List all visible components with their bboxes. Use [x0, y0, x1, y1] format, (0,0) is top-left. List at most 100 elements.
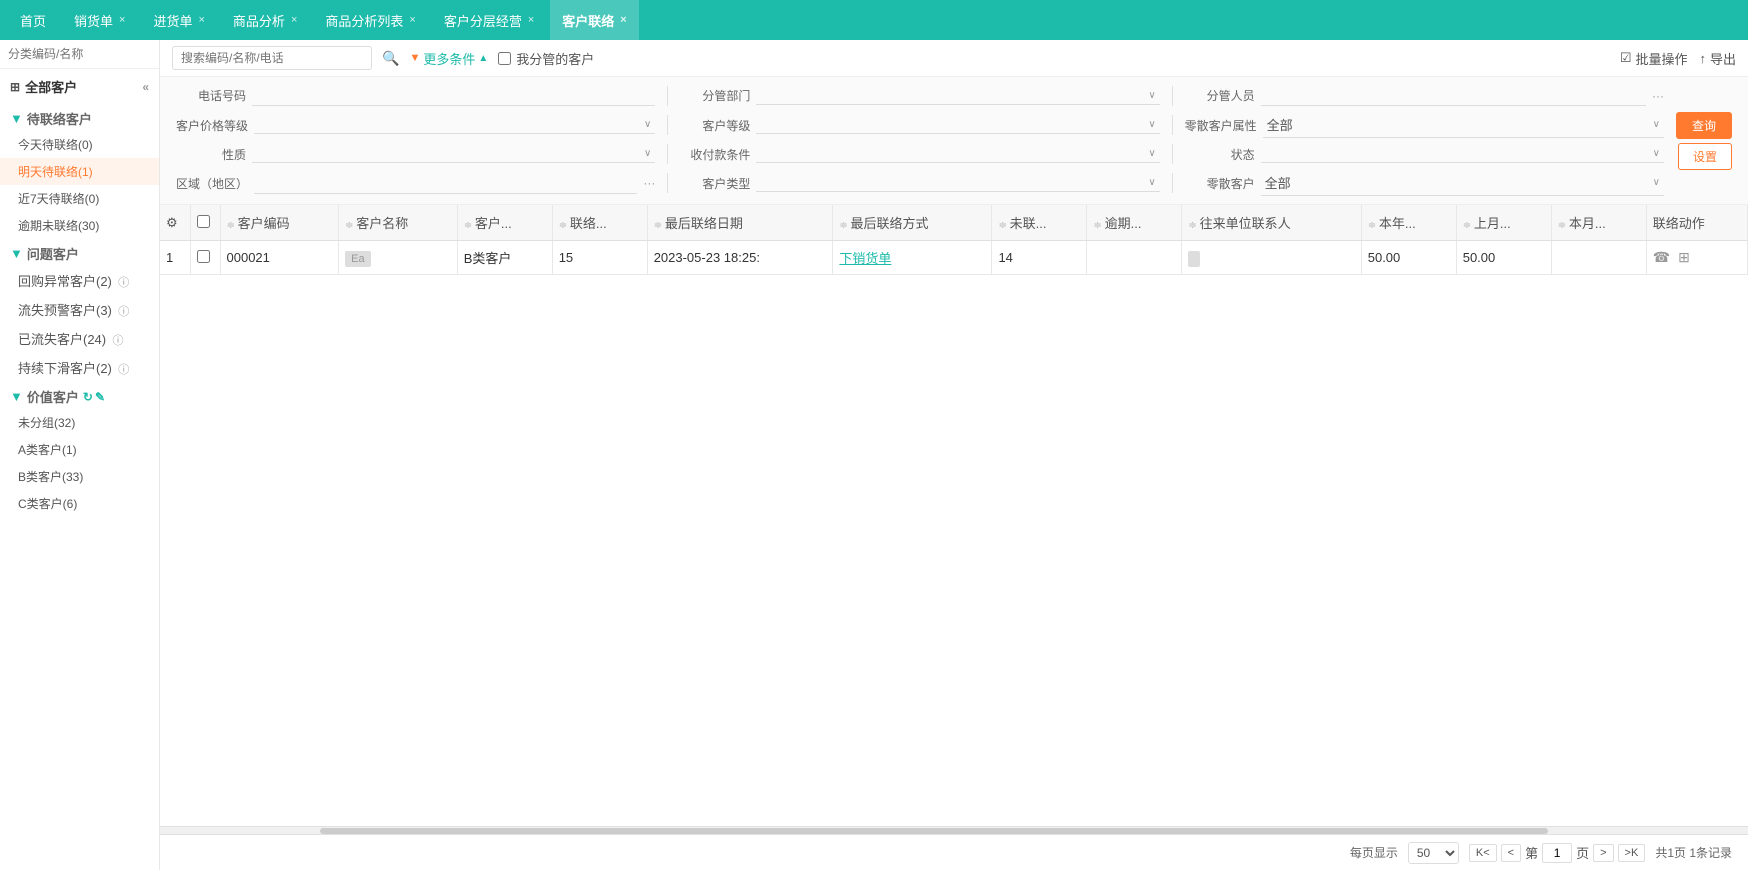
- edit-icon[interactable]: ✎: [95, 390, 105, 404]
- payment-select[interactable]: ∨: [756, 145, 1159, 163]
- close-sales-order-icon[interactable]: ×: [119, 14, 125, 26]
- sidebar-item-churn-warning[interactable]: 流失预警客户(3) ⓘ: [0, 295, 159, 324]
- nav-customer-contact[interactable]: 客户联络 ×: [550, 0, 638, 40]
- th-check[interactable]: [190, 205, 220, 241]
- export-button[interactable]: ↑ 导出: [1699, 49, 1736, 68]
- sidebar-item-tomorrow-pending[interactable]: 明天待联络(1): [0, 158, 159, 185]
- th-last-contact-method[interactable]: 最后联络方式: [833, 205, 992, 241]
- my-customers-checkbox[interactable]: [498, 52, 511, 65]
- nav-product-analysis-list[interactable]: 商品分析列表 ×: [313, 0, 427, 40]
- sidebar-pending-section: ▼ 待联络客户: [0, 104, 159, 131]
- refresh-icon[interactable]: ↻: [83, 390, 93, 404]
- close-purchase-order-icon[interactable]: ×: [198, 14, 204, 26]
- first-page-button[interactable]: K<: [1469, 844, 1497, 862]
- chevron-down-icon-type: ∨: [1148, 177, 1155, 188]
- horizontal-scrollbar[interactable]: [160, 826, 1748, 834]
- customer-grade-select[interactable]: ∨: [756, 116, 1159, 134]
- nav-sales-order[interactable]: 销货单 ×: [62, 0, 137, 40]
- close-product-analysis-icon[interactable]: ×: [291, 14, 297, 26]
- sidebar-all-customers[interactable]: ⊞ 全部客户 «: [0, 69, 159, 104]
- retail-customer-label: 零散客户: [1185, 175, 1255, 192]
- divider-5: [667, 144, 668, 164]
- sidebar-item-today-pending[interactable]: 今天待联络(0): [0, 131, 159, 158]
- th-last-month[interactable]: 上月...: [1456, 205, 1551, 241]
- sidebar-item-class-b[interactable]: B类客户(33): [0, 463, 159, 490]
- contact-method-link[interactable]: 下销货单: [839, 251, 891, 266]
- close-customer-segmentation-icon[interactable]: ×: [528, 14, 534, 26]
- nav-customer-segmentation[interactable]: 客户分层经营 ×: [432, 0, 546, 40]
- row-select-checkbox[interactable]: [197, 250, 210, 263]
- th-contact-person[interactable]: 往来单位联系人: [1182, 205, 1361, 241]
- page-number-input[interactable]: [1542, 843, 1572, 863]
- retail-attr-label: 零散客户属性: [1185, 117, 1257, 134]
- nav-home[interactable]: 首页: [8, 0, 58, 40]
- sidebar-item-class-c[interactable]: C类客户(6): [0, 490, 159, 517]
- th-this-year[interactable]: 本年...: [1361, 205, 1456, 241]
- nav-purchase-order[interactable]: 进货单 ×: [141, 0, 216, 40]
- customer-table: ⚙ 客户编码 客户名称 客户... 联络... 最后联络日期 最后联络方式 未联…: [160, 205, 1748, 275]
- advanced-filter-panel: 电话号码 分管部门 ∨ 分管人员: [160, 77, 1748, 205]
- chevron-down-icon-price: ∨: [644, 119, 651, 130]
- settings-button[interactable]: 设置: [1678, 143, 1732, 170]
- sidebar-item-churned[interactable]: 已流失客户(24) ⓘ: [0, 324, 159, 353]
- more-icon-region[interactable]: ···: [643, 176, 655, 190]
- query-button[interactable]: 查询: [1676, 112, 1732, 139]
- sidebar-item-ungrouped[interactable]: 未分组(32): [0, 409, 159, 436]
- search-button[interactable]: 🔍: [382, 50, 399, 67]
- price-grade-label: 客户价格等级: [176, 117, 248, 134]
- filter-cell-retail-customer: 零散客户 全部 ∨: [1185, 170, 1664, 196]
- search-input[interactable]: [172, 46, 372, 70]
- th-this-month[interactable]: 本月...: [1551, 205, 1646, 241]
- sidebar-item-declining[interactable]: 持续下滑客户(2) ⓘ: [0, 353, 159, 382]
- divider: [667, 86, 668, 106]
- filter-bar: 🔍 ▼ 更多条件 ▲ 我分管的客户 ☑ 批量操作 ↑ 导出: [160, 40, 1748, 77]
- filter-cell-customer-type: 客户类型 ∨: [680, 174, 1159, 192]
- sidebar-item-class-a[interactable]: A类客户(1): [0, 436, 159, 463]
- per-page-label: 每页显示: [1350, 844, 1398, 861]
- sidebar-item-repurchase-anomaly[interactable]: 回购异常客户(2) ⓘ: [0, 266, 159, 295]
- th-customer-name[interactable]: 客户名称: [339, 205, 458, 241]
- row-checkbox[interactable]: [190, 241, 220, 275]
- divider-6: [1172, 144, 1173, 164]
- row-this-year: 50.00: [1361, 241, 1456, 275]
- th-customer-code[interactable]: 客户编码: [220, 205, 339, 241]
- phone-input[interactable]: [252, 85, 655, 106]
- more-conditions-button[interactable]: ▼ 更多条件 ▲: [409, 49, 488, 68]
- top-navigation: 首页 销货单 × 进货单 × 商品分析 × 商品分析列表 × 客户分层经营 × …: [0, 0, 1748, 40]
- customer-type-select[interactable]: ∨: [756, 174, 1159, 192]
- grid-action-icon[interactable]: ⊞: [1678, 249, 1690, 266]
- filter-cell-payment: 收付款条件 ∨: [680, 145, 1159, 163]
- collapse-sidebar-icon[interactable]: «: [142, 80, 149, 94]
- retail-attr-select[interactable]: 全部 ∨: [1263, 112, 1664, 138]
- price-grade-select[interactable]: ∨: [254, 116, 655, 134]
- region-input[interactable]: [254, 173, 637, 194]
- per-page-select[interactable]: 50 100 200: [1408, 842, 1459, 864]
- sidebar-search-input[interactable]: [8, 47, 160, 61]
- row-last-contact-method[interactable]: 下销货单: [833, 241, 992, 275]
- close-product-analysis-list-icon[interactable]: ×: [409, 14, 415, 26]
- phone-action-icon[interactable]: ☎: [1653, 249, 1670, 266]
- th-setting[interactable]: ⚙: [160, 205, 190, 241]
- th-uncontacted[interactable]: 未联...: [992, 205, 1087, 241]
- dept-select[interactable]: ∨: [756, 87, 1159, 105]
- more-icon-person[interactable]: ···: [1652, 89, 1664, 103]
- select-all-checkbox[interactable]: [197, 215, 210, 228]
- divider-8: [1172, 173, 1173, 193]
- nature-select[interactable]: ∨: [252, 145, 655, 163]
- th-contact-count[interactable]: 联络...: [552, 205, 647, 241]
- th-overdue[interactable]: 逾期...: [1087, 205, 1182, 241]
- batch-operations-button[interactable]: ☑ 批量操作: [1620, 49, 1688, 68]
- nav-product-analysis[interactable]: 商品分析 ×: [221, 0, 309, 40]
- person-input[interactable]: [1261, 85, 1646, 106]
- th-customer-type[interactable]: 客户...: [457, 205, 552, 241]
- next-page-button[interactable]: >: [1593, 844, 1613, 862]
- close-customer-contact-icon[interactable]: ×: [620, 14, 626, 26]
- last-page-button[interactable]: >K: [1618, 844, 1646, 862]
- th-last-contact-date[interactable]: 最后联络日期: [647, 205, 833, 241]
- retail-customer-select[interactable]: 全部 ∨: [1261, 170, 1664, 196]
- sidebar-item-overdue-contact[interactable]: 逾期未联络(30): [0, 212, 159, 239]
- divider-3: [667, 115, 668, 135]
- sidebar-item-7day-pending[interactable]: 近7天待联络(0): [0, 185, 159, 212]
- status-select[interactable]: ∨: [1261, 145, 1664, 163]
- prev-page-button[interactable]: <: [1501, 844, 1521, 862]
